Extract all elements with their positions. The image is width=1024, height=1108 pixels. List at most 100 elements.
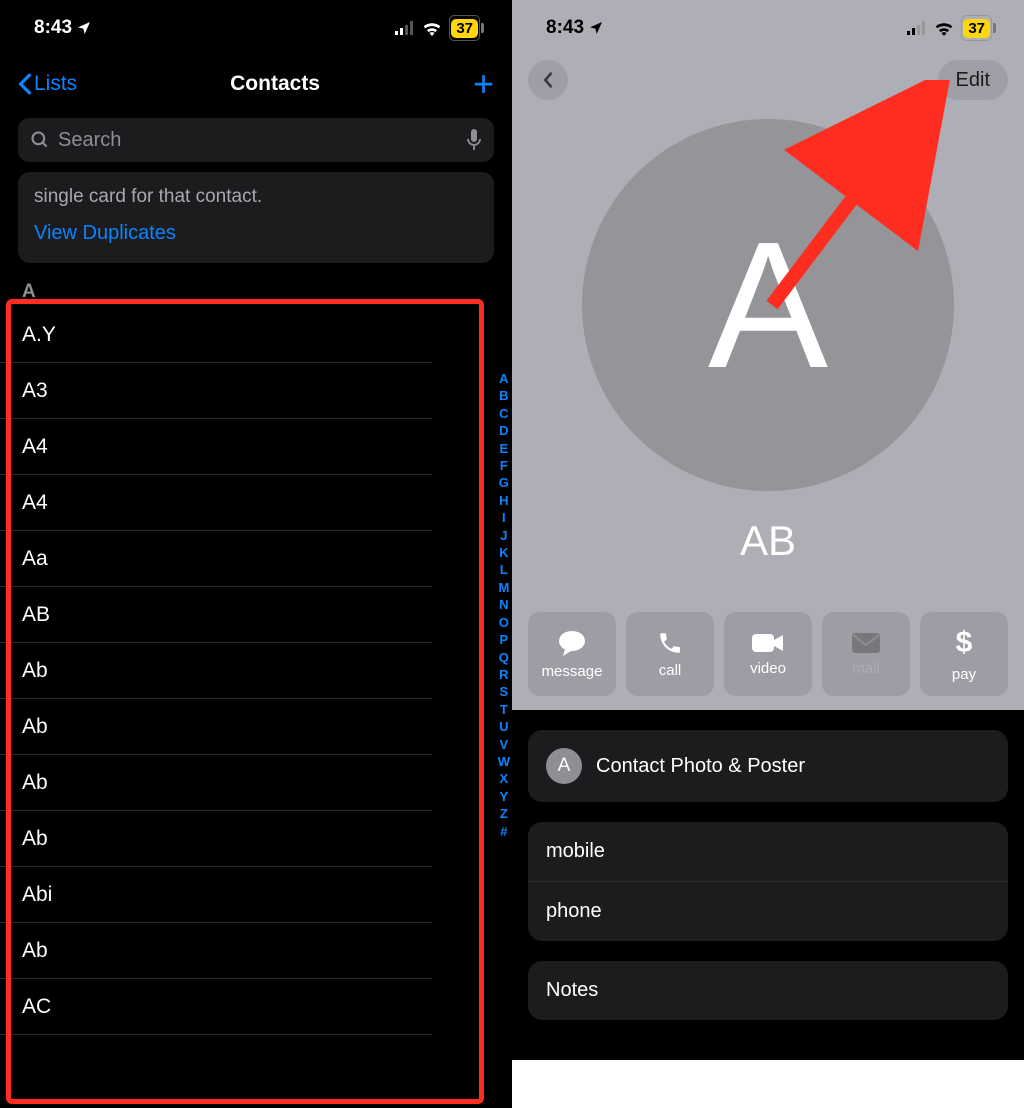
index-letter[interactable]: Y bbox=[500, 788, 509, 805]
view-duplicates-link[interactable]: View Duplicates bbox=[34, 222, 478, 245]
phone-row[interactable]: phone bbox=[528, 882, 1008, 941]
mini-avatar: A bbox=[546, 748, 582, 784]
notes-label: Notes bbox=[546, 979, 598, 1002]
poster-label: Contact Photo & Poster bbox=[596, 755, 805, 778]
chevron-left-icon bbox=[18, 73, 32, 95]
index-letter[interactable]: Z bbox=[500, 805, 508, 822]
index-letter[interactable]: X bbox=[500, 770, 509, 787]
index-letter[interactable]: J bbox=[500, 527, 507, 544]
add-contact-button[interactable]: + bbox=[473, 66, 494, 102]
mail-label: mail bbox=[852, 660, 880, 677]
contacts-list-screen: 8:43 37 Lists Contacts + bbox=[0, 0, 512, 1108]
mobile-label: mobile bbox=[546, 840, 605, 863]
call-button[interactable]: call bbox=[626, 612, 714, 696]
notes-card[interactable]: Notes bbox=[528, 961, 1008, 1020]
call-label: call bbox=[659, 662, 682, 679]
alphabet-index[interactable]: A B C D E F G H I J K L M N O P Q R S T … bbox=[498, 370, 510, 840]
back-button[interactable] bbox=[528, 60, 568, 100]
message-label: message bbox=[542, 663, 603, 680]
contact-row[interactable]: Ab bbox=[0, 811, 432, 867]
duplicates-card: single card for that contact. View Dupli… bbox=[18, 172, 494, 263]
signal-icon bbox=[907, 21, 927, 35]
nav-bar: Lists Contacts + bbox=[0, 56, 512, 112]
location-icon bbox=[588, 20, 604, 36]
contact-body: A Contact Photo & Poster mobile phone No… bbox=[512, 710, 1024, 1060]
wifi-icon bbox=[934, 21, 954, 36]
action-row: message call video mail $ bbox=[528, 612, 1008, 696]
index-letter[interactable]: I bbox=[502, 509, 506, 526]
status-bar: 8:43 37 bbox=[0, 0, 512, 56]
contact-row[interactable]: A4 bbox=[0, 475, 432, 531]
location-icon bbox=[76, 20, 92, 36]
video-button[interactable]: video bbox=[724, 612, 812, 696]
index-letter[interactable]: S bbox=[500, 683, 509, 700]
contact-name: AB bbox=[512, 517, 1024, 565]
dollar-icon: $ bbox=[956, 626, 973, 660]
back-label: Lists bbox=[34, 72, 77, 96]
video-label: video bbox=[750, 660, 786, 677]
index-letter[interactable]: R bbox=[499, 666, 508, 683]
edit-button[interactable]: Edit bbox=[938, 60, 1008, 100]
contact-row[interactable]: Ab bbox=[0, 643, 432, 699]
mobile-row[interactable]: mobile bbox=[528, 822, 1008, 882]
index-letter[interactable]: C bbox=[499, 405, 508, 422]
video-icon bbox=[752, 632, 784, 654]
phone-icon bbox=[657, 630, 683, 656]
contact-row[interactable]: A3 bbox=[0, 363, 432, 419]
battery-icon: 37 bbox=[449, 15, 484, 41]
poster-card[interactable]: A Contact Photo & Poster bbox=[528, 730, 1008, 802]
contact-row[interactable]: A4 bbox=[0, 419, 432, 475]
index-letter[interactable]: # bbox=[500, 823, 507, 840]
status-bar: 8:43 37 bbox=[512, 0, 1024, 56]
index-letter[interactable]: B bbox=[499, 387, 508, 404]
contact-row[interactable]: Ab bbox=[0, 755, 432, 811]
status-time: 8:43 bbox=[546, 17, 584, 39]
duplicates-text: single card for that contact. bbox=[34, 186, 478, 208]
phone-label: phone bbox=[546, 900, 602, 923]
index-letter[interactable]: A bbox=[499, 370, 508, 387]
back-button[interactable]: Lists bbox=[18, 72, 77, 96]
contact-header: 8:43 37 Edit bbox=[512, 0, 1024, 710]
index-letter[interactable]: E bbox=[500, 440, 509, 457]
index-letter[interactable]: P bbox=[500, 631, 509, 648]
index-letter[interactable]: N bbox=[499, 596, 508, 613]
index-letter[interactable]: Q bbox=[499, 649, 509, 666]
index-letter[interactable]: F bbox=[500, 457, 508, 474]
pay-label: pay bbox=[952, 666, 976, 683]
index-letter[interactable]: T bbox=[500, 701, 508, 718]
home-indicator[interactable] bbox=[688, 1093, 848, 1098]
mail-button: mail bbox=[822, 612, 910, 696]
index-letter[interactable]: H bbox=[499, 492, 508, 509]
index-letter[interactable]: D bbox=[499, 422, 508, 439]
search-input[interactable]: Search bbox=[18, 118, 494, 162]
contact-row[interactable]: AB bbox=[0, 587, 432, 643]
contact-row[interactable]: AC bbox=[0, 979, 432, 1035]
search-placeholder: Search bbox=[58, 129, 121, 152]
contact-detail-screen: 8:43 37 Edit bbox=[512, 0, 1024, 1108]
avatar[interactable]: A bbox=[582, 119, 954, 491]
index-letter[interactable]: U bbox=[499, 718, 508, 735]
index-letter[interactable]: K bbox=[499, 544, 508, 561]
message-button[interactable]: message bbox=[528, 612, 616, 696]
contact-row[interactable]: Aa bbox=[0, 531, 432, 587]
contact-row[interactable]: A.Y bbox=[0, 307, 432, 363]
index-letter[interactable]: V bbox=[500, 736, 509, 753]
index-letter[interactable]: M bbox=[498, 579, 509, 596]
index-letter[interactable]: G bbox=[499, 474, 509, 491]
pay-button[interactable]: $ pay bbox=[920, 612, 1008, 696]
index-letter[interactable]: L bbox=[500, 561, 508, 578]
index-letter[interactable]: O bbox=[499, 614, 509, 631]
signal-icon bbox=[395, 21, 415, 35]
search-icon bbox=[30, 130, 50, 150]
avatar-initial: A bbox=[708, 202, 828, 409]
section-header-a: A bbox=[0, 275, 512, 307]
page-title: Contacts bbox=[230, 72, 320, 96]
index-letter[interactable]: W bbox=[498, 753, 510, 770]
edit-label: Edit bbox=[956, 69, 990, 92]
message-icon bbox=[557, 629, 587, 657]
contact-row[interactable]: Ab bbox=[0, 699, 432, 755]
contact-row[interactable]: Ab bbox=[0, 923, 432, 979]
mail-icon bbox=[851, 632, 881, 654]
contact-row[interactable]: Abi bbox=[0, 867, 432, 923]
mic-icon[interactable] bbox=[466, 129, 482, 151]
